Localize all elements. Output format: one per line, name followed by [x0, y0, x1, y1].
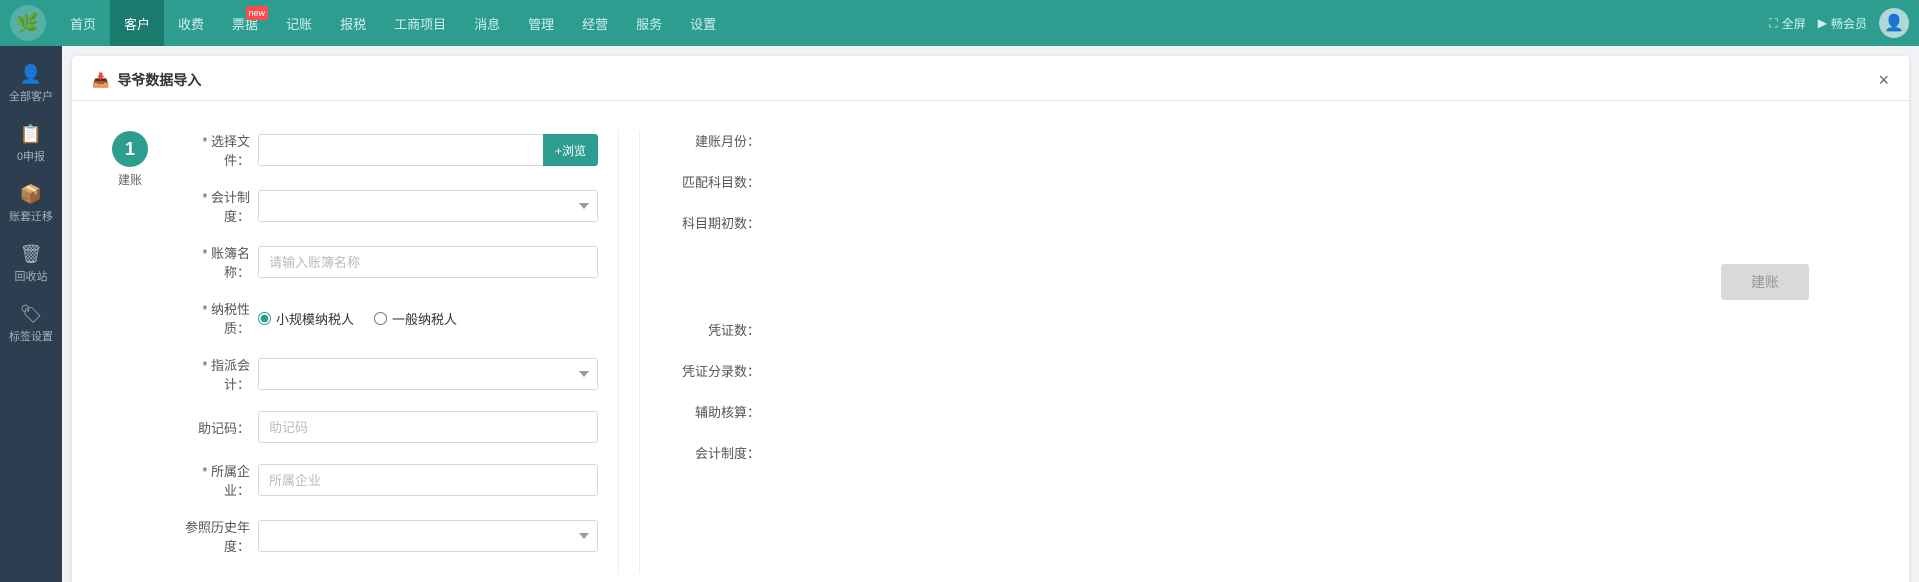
accounting-system-select[interactable] [258, 190, 598, 222]
nav-item-business[interactable]: 工商项目 [380, 0, 460, 46]
vip-btn[interactable]: ▶ 畅会员 [1818, 15, 1867, 32]
nav-items: 首页 客户 收费 票据 new 记账 报税 工商项目 消息 管理 经营 服务 设… [56, 0, 1769, 46]
declaration-icon: 📋 [20, 124, 42, 145]
nav-item-operations[interactable]: 经营 [568, 0, 622, 46]
nav-logo[interactable]: 🌿 [10, 5, 46, 41]
new-badge: new [246, 6, 269, 20]
accountant-label: * 指派会计： [178, 355, 258, 393]
nav-right: ⛶ 全屏 ▶ 畅会员 👤 [1769, 8, 1909, 38]
recycle-icon: 🗑 [20, 244, 43, 265]
dialog-header: 📥 导爷数据导入 × [72, 56, 1909, 101]
general-taxpayer-radio[interactable]: 一般纳税人 [374, 309, 457, 328]
nav-item-services[interactable]: 服务 [622, 0, 676, 46]
file-input[interactable] [258, 134, 543, 166]
dialog-title: 📥 导爷数据导入 [92, 70, 201, 90]
build-month-label: 建账月份： [670, 131, 770, 150]
nav-item-settings[interactable]: 设置 [676, 0, 730, 46]
sidebar-item-recycle[interactable]: 🗑 回收站 [0, 234, 62, 294]
nav-item-customers[interactable]: 客户 [110, 0, 164, 46]
history-year-label: 参照历史年度： [178, 517, 258, 555]
form-main: * 选择文件： +浏览 * 会计制度： [178, 131, 598, 573]
sidebar-item-all-customers[interactable]: 👤 全部客户 [0, 54, 62, 114]
tax-radio-group: 小规模纳税人 一般纳税人 [258, 309, 598, 328]
accountant-row: * 指派会计： [178, 355, 598, 393]
voucher-entries-row: 凭证分录数： [670, 361, 1869, 380]
accounting-system2-row: 会计制度： [670, 443, 1869, 462]
nav-item-messages[interactable]: 消息 [460, 0, 514, 46]
accounting-system-row: * 会计制度： [178, 187, 598, 225]
nav-item-tax[interactable]: 报税 [326, 0, 380, 46]
nav-item-home[interactable]: 首页 [56, 0, 110, 46]
voucher-count-row: 凭证数： [670, 320, 1869, 339]
build-month-row: 建账月份： [670, 131, 1869, 150]
memo-input[interactable] [258, 411, 598, 443]
sidebar-item-declaration[interactable]: 📋 0申报 [0, 114, 62, 174]
vertical-divider [618, 131, 619, 573]
accounting-system-label: * 会计制度： [178, 187, 258, 225]
step-label: 建账 [118, 171, 142, 188]
sidebar-item-tags[interactable]: 🏷 标签设置 [0, 294, 62, 354]
user-avatar[interactable]: 👤 [1879, 8, 1909, 38]
nav-item-invoices[interactable]: 票据 new [218, 0, 272, 46]
top-nav: 🌿 首页 客户 收费 票据 new 记账 报税 工商项目 消息 管理 经营 服务… [0, 0, 1919, 46]
subject-init-label: 科目期初数： [670, 213, 770, 232]
step-indicator: 1 建账 [112, 131, 148, 573]
sidebar: 👤 全部客户 📋 0申报 📦 账套迁移 🗑 回收站 🏷 标签设置 [0, 46, 62, 582]
dialog-card: 📥 导爷数据导入 × 1 建账 * 选择文件： [72, 56, 1909, 582]
file-row: * 选择文件： +浏览 [178, 131, 598, 169]
sidebar-item-migration[interactable]: 📦 账套迁移 [0, 174, 62, 234]
all-customers-icon: 👤 [20, 64, 42, 85]
accounting-system2-label: 会计制度： [670, 443, 770, 462]
tax-type-row: * 纳税性质： 小规模纳税人 一般纳税人 [178, 299, 598, 337]
tax-type-label: * 纳税性质： [178, 299, 258, 337]
memo-label: 助记码： [178, 418, 258, 437]
avatar-icon: 👤 [1884, 13, 1904, 33]
auxiliary-label: 辅助核算： [670, 402, 770, 421]
file-label: * 选择文件： [178, 131, 258, 169]
match-subjects-label: 匹配科目数： [670, 172, 770, 191]
fullscreen-icon: ⛶ [1769, 16, 1777, 31]
tags-icon: 🏷 [20, 304, 43, 325]
company-row: * 所属企业： [178, 461, 598, 499]
company-label: * 所属企业： [178, 461, 258, 499]
main-content: 📥 导爷数据导入 × 1 建账 * 选择文件： [62, 46, 1919, 582]
match-subjects-row: 匹配科目数： [670, 172, 1869, 191]
auxiliary-row: 辅助核算： [670, 402, 1869, 421]
accountant-select[interactable] [258, 358, 598, 390]
nav-item-bookkeeping[interactable]: 记账 [272, 0, 326, 46]
nav-item-manage[interactable]: 管理 [514, 0, 568, 46]
browse-button[interactable]: +浏览 [543, 134, 598, 166]
ledger-name-label: * 账簿名称： [178, 243, 258, 281]
ledger-name-input[interactable] [258, 246, 598, 278]
voucher-entries-label: 凭证分录数： [670, 361, 770, 380]
history-year-select[interactable] [258, 520, 598, 552]
fullscreen-btn[interactable]: ⛶ 全屏 [1769, 15, 1805, 32]
subject-init-row: 科目期初数： [670, 213, 1869, 232]
file-input-group: +浏览 [258, 134, 598, 166]
close-button[interactable]: × [1878, 71, 1889, 89]
step-number: 1 [112, 131, 148, 167]
company-input[interactable] [258, 464, 598, 496]
layout: 👤 全部客户 📋 0申报 📦 账套迁移 🗑 回收站 🏷 标签设置 📥 导 [0, 46, 1919, 582]
vip-icon: ▶ [1818, 16, 1827, 30]
nav-item-fees[interactable]: 收费 [164, 0, 218, 46]
migration-icon: 📦 [20, 184, 42, 205]
history-year-row: 参照历史年度： [178, 517, 598, 555]
dialog-title-icon: 📥 [92, 72, 109, 89]
ledger-name-row: * 账簿名称： [178, 243, 598, 281]
create-account-button[interactable]: 建账 [1721, 264, 1809, 300]
voucher-count-label: 凭证数： [670, 320, 770, 339]
form-right-panel: 建账月份： 匹配科目数： 科目期初数： 建账 [639, 131, 1869, 573]
memo-row: 助记码： [178, 411, 598, 443]
small-taxpayer-radio[interactable]: 小规模纳税人 [258, 309, 354, 328]
form-area: 1 建账 * 选择文件： +浏览 * 会计制度： [72, 101, 1909, 582]
